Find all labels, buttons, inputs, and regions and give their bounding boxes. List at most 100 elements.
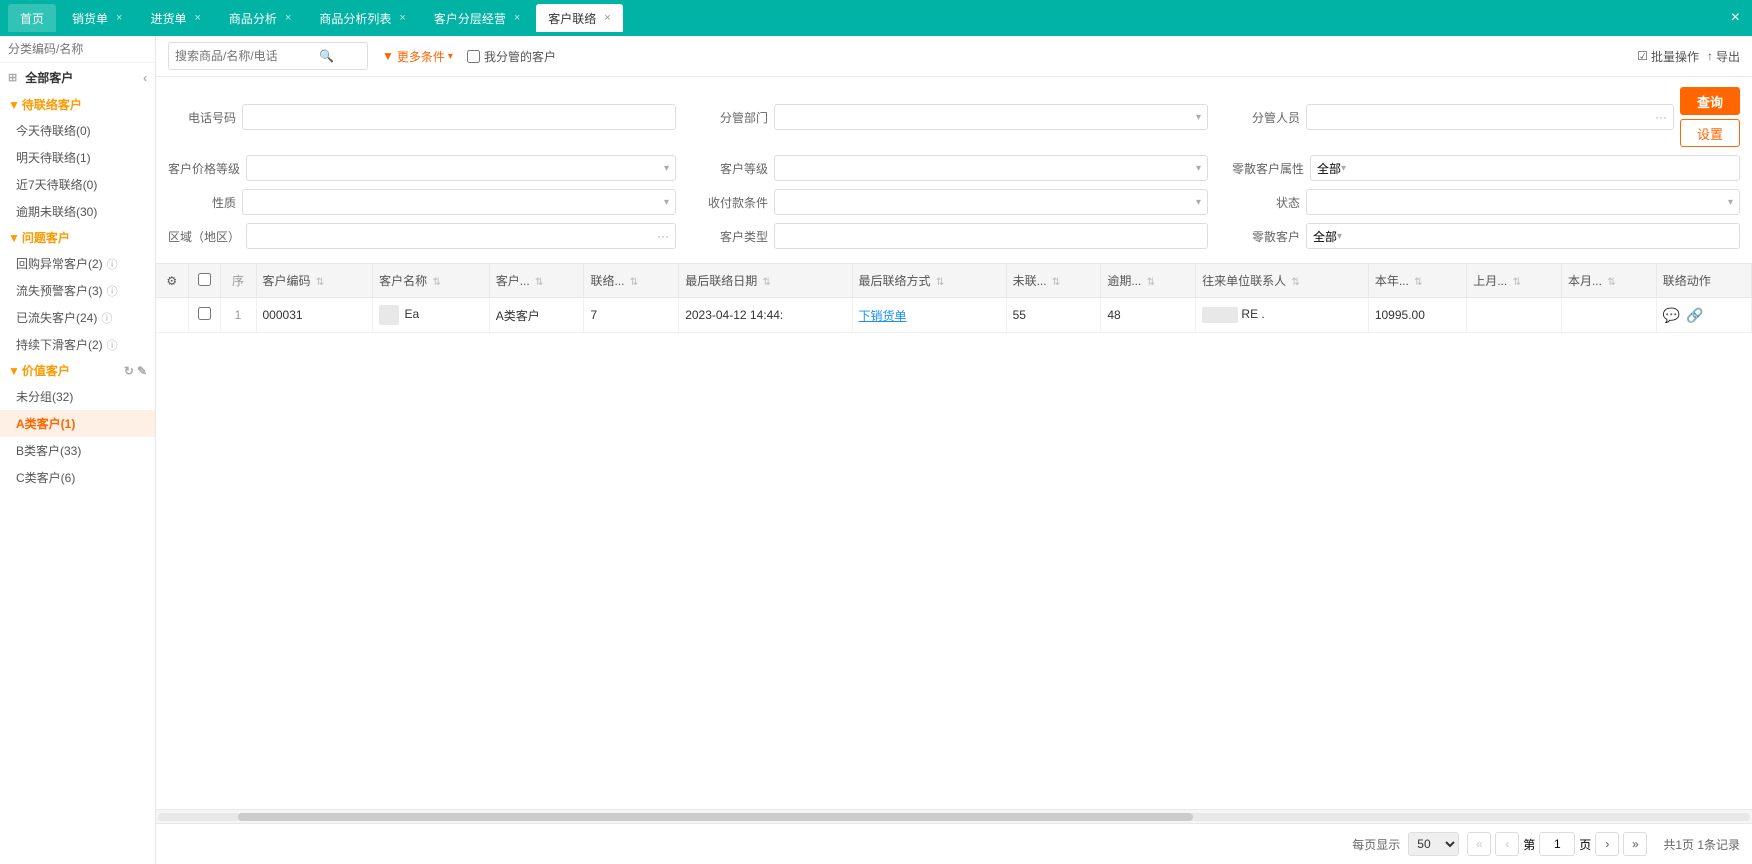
tab-purchase[interactable]: 进货单 ×: [138, 4, 212, 32]
phone-input[interactable]: [242, 104, 676, 130]
query-button[interactable]: 查询: [1680, 87, 1740, 115]
price-level-input[interactable]: ▾: [246, 155, 676, 181]
col-code[interactable]: 客户编码 ⇅: [256, 264, 373, 298]
customer-type-field[interactable]: [781, 229, 1201, 243]
sidebar-item-warning[interactable]: 流失预警客户(3) ⓘ: [0, 277, 155, 304]
col-not-contacted[interactable]: 未联... ⇅: [1006, 264, 1101, 298]
col-last-date[interactable]: 最后联络日期 ⇅: [679, 264, 852, 298]
department-input[interactable]: ▾: [774, 104, 1208, 130]
price-level-arrow[interactable]: ▾: [664, 163, 669, 174]
refresh-icon[interactable]: ↻: [124, 364, 134, 378]
link-icon[interactable]: 🔗: [1686, 307, 1703, 324]
search-input[interactable]: [175, 49, 315, 63]
edit-icon[interactable]: ✎: [137, 364, 147, 378]
manager-input[interactable]: ···: [1306, 104, 1674, 130]
horizontal-scrollbar[interactable]: [156, 809, 1752, 823]
col-type[interactable]: 客户... ⇅: [489, 264, 584, 298]
retail-attr-input[interactable]: 全部 ▾: [1310, 155, 1740, 181]
page-size-select[interactable]: 50 100: [1408, 832, 1459, 856]
retail-customer-arrow[interactable]: ▾: [1337, 231, 1342, 242]
col-last-method[interactable]: 最后联络方式 ⇅: [852, 264, 1006, 298]
message-icon[interactable]: 💬: [1663, 307, 1680, 324]
sidebar-item-today[interactable]: 今天待联络(0): [0, 117, 155, 144]
search-icon[interactable]: 🔍: [319, 49, 334, 63]
tab-goods-analysis[interactable]: 商品分析 ×: [217, 4, 303, 32]
customer-level-arrow[interactable]: ▾: [1196, 163, 1201, 174]
tab-sales[interactable]: 销货单 ×: [60, 4, 134, 32]
sidebar-item-tomorrow[interactable]: 明天待联络(1): [0, 144, 155, 171]
sidebar-item-lost[interactable]: 已流失客户(24) ⓘ: [0, 304, 155, 331]
region-field[interactable]: [253, 229, 657, 243]
col-unit-contact[interactable]: 往来单位联系人 ⇅: [1196, 264, 1369, 298]
close-sales-tab[interactable]: ×: [116, 12, 122, 24]
close-customer-contact-tab[interactable]: ×: [604, 12, 610, 24]
last-page-button[interactable]: »: [1623, 832, 1647, 856]
sidebar-item-b-class[interactable]: B类客户(33): [0, 437, 155, 464]
prev-page-button[interactable]: ‹: [1495, 832, 1519, 856]
customer-type-input[interactable]: [774, 223, 1208, 249]
tab-customer-tier[interactable]: 客户分层经营 ×: [422, 4, 532, 32]
col-contact[interactable]: 联络... ⇅: [584, 264, 679, 298]
row-name[interactable]: Ea: [373, 298, 490, 333]
my-customer-checkbox[interactable]: [467, 50, 480, 63]
col-settings[interactable]: ⚙: [156, 264, 188, 298]
row-checkbox[interactable]: [188, 298, 220, 333]
col-this-year[interactable]: 本年... ⇅: [1368, 264, 1466, 298]
nature-arrow[interactable]: ▾: [664, 197, 669, 208]
region-dots[interactable]: ···: [657, 229, 669, 243]
tab-customer-contact[interactable]: 客户联络 ×: [536, 4, 622, 32]
payment-input[interactable]: ▾: [774, 189, 1208, 215]
row-select-checkbox[interactable]: [198, 307, 211, 320]
settings-button[interactable]: 设置: [1680, 119, 1740, 147]
payment-field[interactable]: [781, 195, 1196, 209]
col-this-month[interactable]: 本月... ⇅: [1561, 264, 1656, 298]
retail-attr-arrow[interactable]: ▾: [1341, 163, 1346, 174]
phone-field[interactable]: [249, 110, 669, 124]
status-arrow[interactable]: ▾: [1728, 197, 1733, 208]
sidebar-item-ungroup[interactable]: 未分组(32): [0, 383, 155, 410]
status-input[interactable]: ▾: [1306, 189, 1740, 215]
nature-field[interactable]: [249, 195, 664, 209]
customer-level-input[interactable]: ▾: [774, 155, 1208, 181]
tab-goods-list[interactable]: 商品分析列表 ×: [307, 4, 417, 32]
row-code[interactable]: 000031: [256, 298, 373, 333]
department-arrow[interactable]: ▾: [1196, 112, 1201, 123]
last-method-link[interactable]: 下销货单: [859, 309, 907, 323]
scroll-track[interactable]: [158, 813, 1750, 821]
col-overdue[interactable]: 逾期... ⇅: [1101, 264, 1196, 298]
nature-input[interactable]: ▾: [242, 189, 676, 215]
row-last-method[interactable]: 下销货单: [852, 298, 1006, 333]
sidebar-search-input[interactable]: [8, 42, 156, 56]
department-field[interactable]: [781, 110, 1196, 124]
region-input[interactable]: ···: [246, 223, 676, 249]
sidebar-item-a-class[interactable]: A类客户(1): [0, 410, 155, 437]
select-all-checkbox[interactable]: [198, 273, 211, 286]
close-customer-tier-tab[interactable]: ×: [514, 12, 520, 24]
price-level-field[interactable]: [253, 161, 664, 175]
close-goods-analysis-tab[interactable]: ×: [285, 12, 291, 24]
scroll-thumb[interactable]: [238, 813, 1193, 821]
close-purchase-tab[interactable]: ×: [194, 12, 200, 24]
col-checkbox[interactable]: [188, 264, 220, 298]
retail-customer-input[interactable]: 全部 ▾: [1306, 223, 1740, 249]
tab-home[interactable]: 首页: [8, 4, 56, 32]
batch-op-button[interactable]: ☑ 批量操作: [1637, 48, 1699, 65]
col-last-month[interactable]: 上月... ⇅: [1467, 264, 1562, 298]
manager-field[interactable]: [1313, 110, 1655, 124]
sidebar-all-customers[interactable]: ⊞ 全部客户 ‹: [0, 63, 155, 92]
status-field[interactable]: [1313, 195, 1728, 209]
filter-more-button[interactable]: ▼ 更多条件 ▾: [376, 42, 459, 70]
sidebar-item-overdue[interactable]: 逾期未联络(30): [0, 198, 155, 225]
sidebar-item-c-class[interactable]: C类客户(6): [0, 464, 155, 491]
col-name[interactable]: 客户名称 ⇅: [373, 264, 490, 298]
next-page-button[interactable]: ›: [1595, 832, 1619, 856]
payment-arrow[interactable]: ▾: [1196, 197, 1201, 208]
sidebar-item-week[interactable]: 近7天待联络(0): [0, 171, 155, 198]
first-page-button[interactable]: «: [1467, 832, 1491, 856]
close-goods-list-tab[interactable]: ×: [399, 12, 405, 24]
my-customer-filter[interactable]: 我分管的客户: [467, 48, 556, 65]
sidebar-item-declining[interactable]: 持续下滑客户(2) ⓘ: [0, 331, 155, 358]
export-button[interactable]: ↑ 导出: [1707, 48, 1740, 65]
manager-dots[interactable]: ···: [1655, 110, 1667, 124]
collapse-icon[interactable]: ‹: [143, 71, 147, 85]
